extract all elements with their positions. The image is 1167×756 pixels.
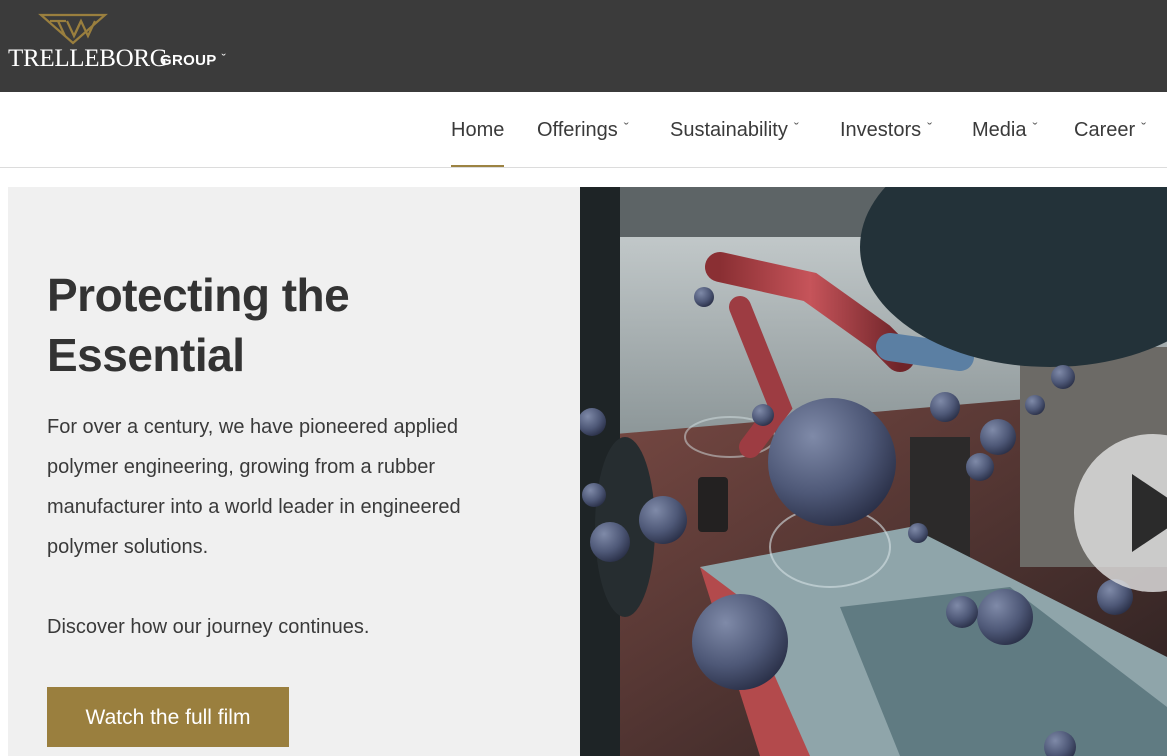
trelleborg-logo-icon [38, 13, 108, 45]
nav-item-media[interactable]: Media ˇ [972, 92, 1037, 167]
nav-item-career[interactable]: Career ˇ [1074, 92, 1146, 167]
nav-item-label: Career [1074, 119, 1136, 141]
group-menu-label: GROUP [160, 52, 217, 69]
video-frame-image [580, 187, 1167, 756]
hero-title: Protecting the Essential [47, 269, 350, 381]
chevron-down-icon: ˇ [1032, 120, 1038, 137]
hero-panel: Protecting the Essential For over a cent… [8, 187, 580, 756]
hero-description: For over a century, we have pioneered ap… [47, 416, 461, 558]
play-icon [1132, 474, 1167, 552]
chevron-down-icon: ˇ [793, 120, 799, 137]
watch-film-button[interactable]: Watch the full film [47, 687, 289, 747]
nav-item-label: Sustainability [670, 119, 788, 141]
chevron-down-icon: ˇ [221, 51, 227, 66]
nav-item-label: Investors [840, 119, 922, 141]
nav-item-label: Home [451, 119, 505, 141]
nav-item-investors[interactable]: Investors ˇ [840, 92, 932, 167]
chevron-down-icon: ˇ [623, 120, 629, 137]
chevron-down-icon: ˇ [1141, 120, 1147, 137]
logo-wordmark: TRELLEBORG [8, 45, 168, 72]
hero-video[interactable] [580, 187, 1167, 756]
nav-item-offerings[interactable]: Offerings ˇ [537, 92, 629, 167]
group-menu[interactable]: GROUP ˇ [160, 51, 227, 69]
top-bar: TRELLEBORG GROUP ˇ [0, 0, 1167, 92]
nav-item-sustainability[interactable]: Sustainability ˇ [670, 92, 799, 167]
trelleborg-logo[interactable]: TRELLEBORG [8, 12, 168, 74]
hero-call-to-action-text: Discover how our journey continues. [47, 616, 370, 638]
main-navigation: Home Offerings ˇ Sustainability ˇ Investor… [0, 92, 1167, 168]
nav-item-label: Media [972, 119, 1027, 141]
chevron-down-icon: ˇ [927, 120, 933, 137]
nav-item-home[interactable]: Home [451, 92, 505, 167]
nav-item-label: Offerings [537, 119, 618, 141]
